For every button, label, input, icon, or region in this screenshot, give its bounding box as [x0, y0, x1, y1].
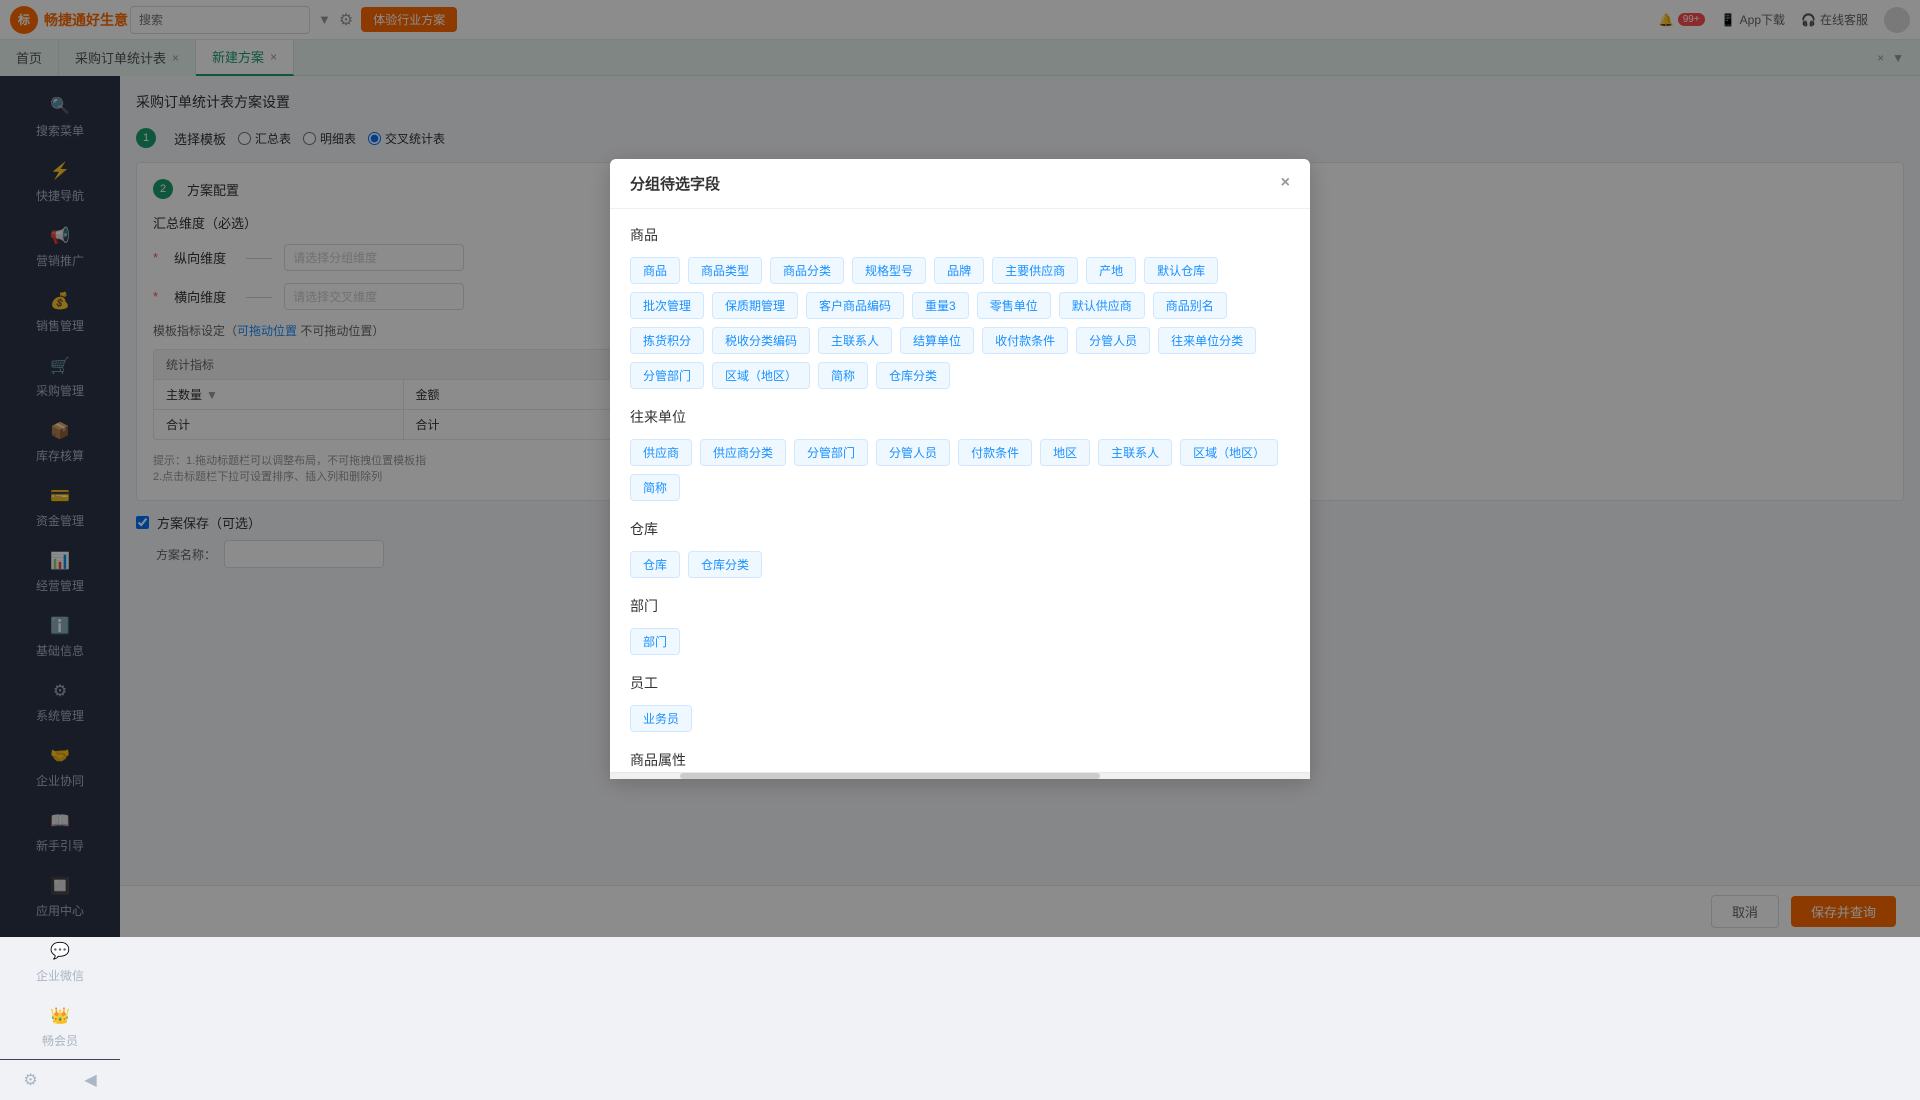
- field-tag-settlement-unit[interactable]: 结算单位: [900, 327, 974, 354]
- field-tag-goods-type[interactable]: 商品类型: [688, 257, 762, 284]
- field-tag-warehouse-cat[interactable]: 仓库分类: [876, 362, 950, 389]
- field-tag-weight3[interactable]: 重量3: [912, 292, 969, 319]
- field-tag-supplier[interactable]: 供应商: [630, 439, 692, 466]
- modal-hscroll-thumb: [680, 773, 1100, 779]
- modal-overlay: 分组待选字段 × 商品 商品 商品类型 商品分类 规格型号 品牌 主要供应商 产…: [0, 0, 1920, 937]
- group-title-dept: 部门: [630, 596, 1290, 616]
- sidebar-label-wechat: 企业微信: [36, 967, 84, 984]
- field-tag-salesman[interactable]: 业务员: [630, 705, 692, 732]
- field-tag-main-contact2[interactable]: 主联系人: [1098, 439, 1172, 466]
- modal-header: 分组待选字段 ×: [610, 159, 1310, 209]
- modal-hscrollbar[interactable]: [610, 772, 1310, 779]
- field-tags-goods: 商品 商品类型 商品分类 规格型号 品牌 主要供应商 产地 默认仓库 批次管理 …: [630, 257, 1290, 389]
- sidebar-item-wechat[interactable]: 💬 企业微信: [0, 929, 120, 994]
- field-tag-main-contact[interactable]: 主联系人: [818, 327, 892, 354]
- field-tag-department[interactable]: 部门: [630, 628, 680, 655]
- wechat-icon: 💬: [48, 939, 72, 963]
- field-tag-brand[interactable]: 品牌: [934, 257, 984, 284]
- field-tag-warehouse[interactable]: 仓库: [630, 551, 680, 578]
- group-title-goods: 商品: [630, 225, 1290, 245]
- sidebar-collapse-btn[interactable]: ◀: [84, 1070, 96, 1090]
- field-tag-spec[interactable]: 规格型号: [852, 257, 926, 284]
- field-tag-dept2[interactable]: 分管部门: [794, 439, 868, 466]
- sidebar-label-member: 畅会员: [42, 1032, 78, 1049]
- field-tag-short-name[interactable]: 简称: [818, 362, 868, 389]
- group-title-partner: 往来单位: [630, 407, 1290, 427]
- field-tag-short-name2[interactable]: 简称: [630, 474, 680, 501]
- field-tag-tax-code[interactable]: 税收分类编码: [712, 327, 810, 354]
- field-tags-employee: 业务员: [630, 705, 1290, 732]
- field-tag-pick-points[interactable]: 拣货积分: [630, 327, 704, 354]
- field-tags-warehouse: 仓库 仓库分类: [630, 551, 1290, 578]
- modal-body[interactable]: 商品 商品 商品类型 商品分类 规格型号 品牌 主要供应商 产地 默认仓库 批次…: [610, 209, 1310, 772]
- field-tag-retail-unit[interactable]: 零售单位: [977, 292, 1051, 319]
- field-tag-partner-category[interactable]: 往来单位分类: [1158, 327, 1256, 354]
- field-tag-alias[interactable]: 商品别名: [1153, 292, 1227, 319]
- field-tags-partner: 供应商 供应商分类 分管部门 分管人员 付款条件 地区 主联系人 区域（地区） …: [630, 439, 1290, 501]
- member-icon: 👑: [48, 1004, 72, 1028]
- field-tag-payment-condition[interactable]: 付款条件: [958, 439, 1032, 466]
- field-tag-default-supplier[interactable]: 默认供应商: [1059, 292, 1145, 319]
- field-select-modal: 分组待选字段 × 商品 商品 商品类型 商品分类 规格型号 品牌 主要供应商 产…: [610, 159, 1310, 779]
- field-tag-main-supplier[interactable]: 主要供应商: [992, 257, 1078, 284]
- field-tag-region2[interactable]: 区域（地区）: [1180, 439, 1278, 466]
- field-tag-default-warehouse[interactable]: 默认仓库: [1144, 257, 1218, 284]
- group-title-employee: 员工: [630, 673, 1290, 693]
- field-tag-area[interactable]: 地区: [1040, 439, 1090, 466]
- field-tag-warehouse-category[interactable]: 仓库分类: [688, 551, 762, 578]
- group-title-warehouse: 仓库: [630, 519, 1290, 539]
- field-tag-goods-category[interactable]: 商品分类: [770, 257, 844, 284]
- field-tag-dept[interactable]: 分管部门: [630, 362, 704, 389]
- field-tag-customer-code[interactable]: 客户商品编码: [806, 292, 904, 319]
- field-tags-dept: 部门: [630, 628, 1290, 655]
- field-tag-batch-mgmt[interactable]: 批次管理: [630, 292, 704, 319]
- field-tag-shelf-life[interactable]: 保质期管理: [712, 292, 798, 319]
- sidebar-bottom: ⚙ ◀: [0, 1059, 120, 1100]
- modal-close-button[interactable]: ×: [1281, 174, 1290, 192]
- field-tag-supervisor2[interactable]: 分管人员: [876, 439, 950, 466]
- field-tag-supplier-cat[interactable]: 供应商分类: [700, 439, 786, 466]
- sidebar-settings-btn[interactable]: ⚙: [23, 1070, 37, 1090]
- sidebar-item-member[interactable]: 👑 畅会员: [0, 994, 120, 1059]
- field-tag-region[interactable]: 区域（地区）: [712, 362, 810, 389]
- field-tag-goods[interactable]: 商品: [630, 257, 680, 284]
- field-tag-payment-terms[interactable]: 收付款条件: [982, 327, 1068, 354]
- field-tag-supervisor[interactable]: 分管人员: [1076, 327, 1150, 354]
- modal-title: 分组待选字段: [630, 173, 720, 194]
- group-title-product-attr: 商品属性: [630, 750, 1290, 770]
- field-tag-origin[interactable]: 产地: [1086, 257, 1136, 284]
